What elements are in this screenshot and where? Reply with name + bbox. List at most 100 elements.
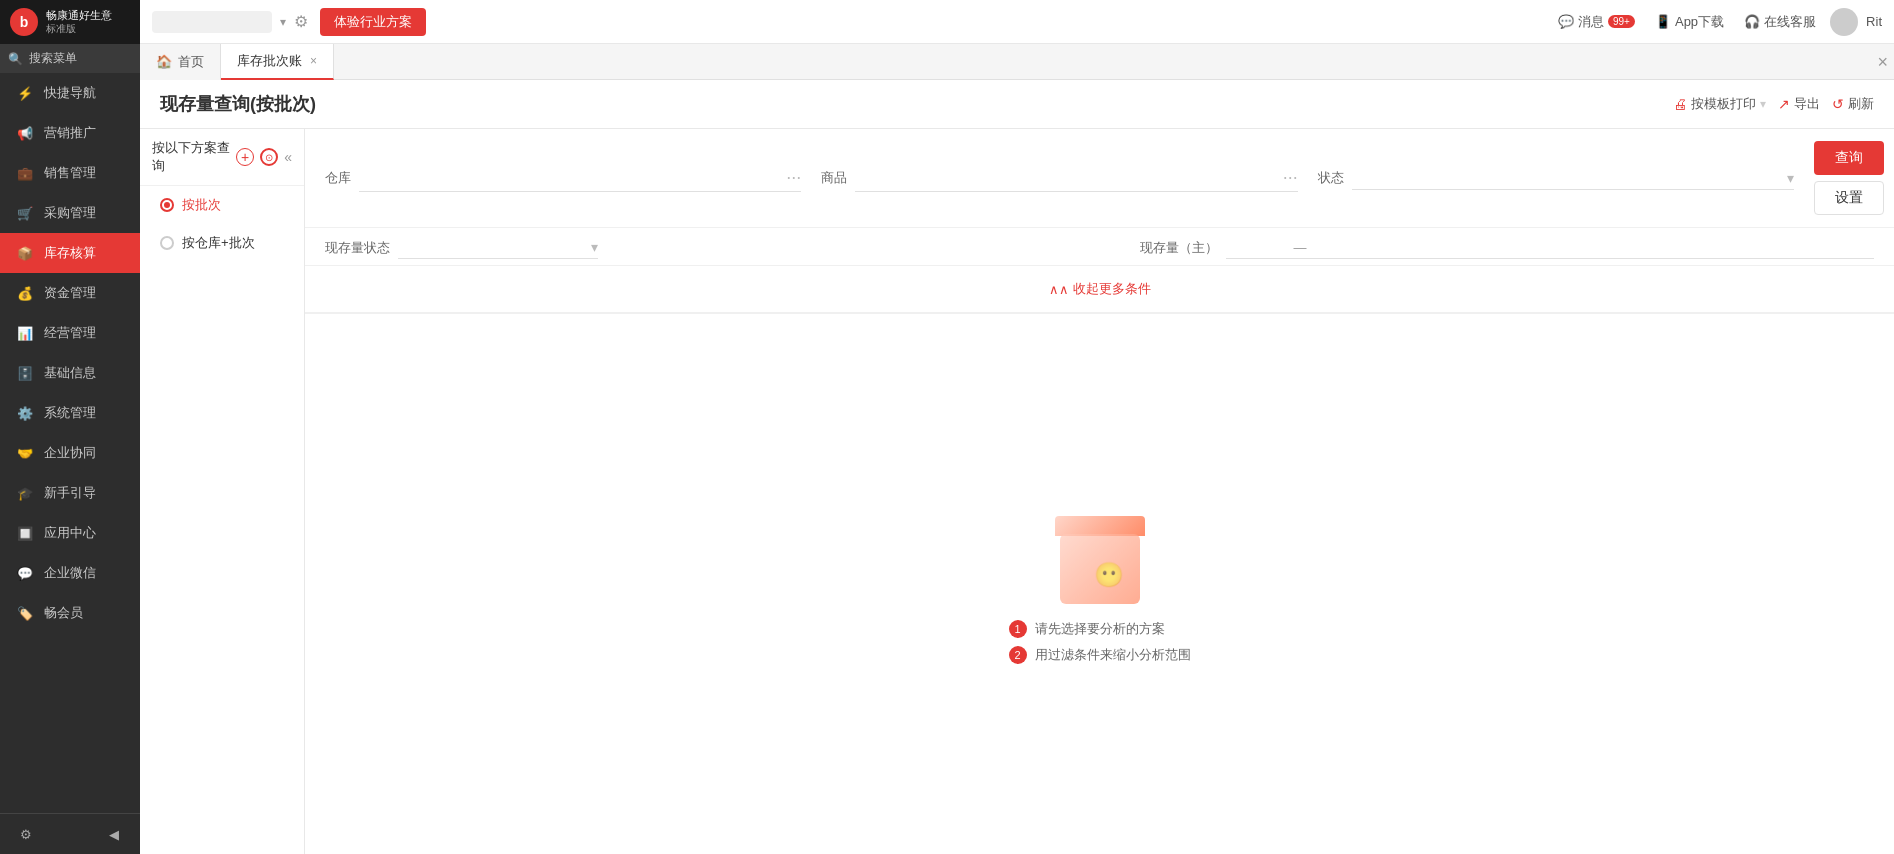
scheme-item-by-batch[interactable]: 按批次 [140,186,304,224]
hint1-text: 请先选择要分析的方案 [1035,620,1165,638]
sidebar-item-corp[interactable]: 🤝 企业协同 [0,433,140,473]
app-download-button[interactable]: 📱 App下载 [1649,9,1730,35]
sidebar-collapse-btn[interactable]: ◀ [104,824,124,844]
sidebar-settings-btn[interactable]: ⚙ [16,824,36,844]
scheme-panel: 按以下方案查询 + ⊙ « 按批次 按仓库+批次 [140,129,305,854]
page-title: 现存量查询(按批次) [160,92,316,116]
scheme-item-by-warehouse-batch[interactable]: 按仓库+批次 [140,224,304,262]
sidebar-item-sales[interactable]: 💼 销售管理 [0,153,140,193]
qty-to-input[interactable] [1315,240,1375,255]
export-btn[interactable]: ↗ 导出 [1778,95,1820,113]
empty-hint-1: 1 请先选择要分析的方案 [1009,620,1191,638]
apps-icon: 🔲 [16,524,34,542]
sidebar-item-label: 企业微信 [44,564,96,582]
product-label: 商品 [821,169,847,187]
scheme-title: 按以下方案查询 [152,139,236,175]
sidebar-item-quick-nav[interactable]: ⚡ 快捷导航 [0,73,140,113]
search-label: 搜索菜单 [29,50,77,67]
action-buttons: 查询 设置 [1814,129,1894,227]
warehouse-label: 仓库 [325,169,351,187]
sidebar-item-newuser[interactable]: 🎓 新手引导 [0,473,140,513]
sidebar-search[interactable]: 🔍 搜索菜单 [0,44,140,73]
scheme-radio-by-batch [160,198,174,212]
sidebar-item-basic[interactable]: 🗄️ 基础信息 [0,353,140,393]
sidebar-item-ops[interactable]: 📊 经营管理 [0,313,140,353]
scheme-collapse-btn[interactable]: « [284,149,292,165]
trial-button[interactable]: 体验行业方案 [320,8,426,36]
sidebar-item-inventory[interactable]: 📦 库存核算 [0,233,140,273]
filter-fields-row1: 仓库 ··· 商品 [305,129,1814,227]
sidebar-item-system[interactable]: ⚙️ 系统管理 [0,393,140,433]
avatar[interactable] [1830,8,1858,36]
filter-row-1-wrapper: 仓库 ··· 商品 [305,129,1894,227]
scheme-label-by-warehouse-batch: 按仓库+批次 [182,234,255,252]
print-arrow-icon: ▾ [1760,97,1766,111]
collapse-btn[interactable]: ∧∧ 收起更多条件 [1041,272,1159,306]
scheme-radio-by-warehouse-batch [160,236,174,250]
qty-label: 现存量（主） [1140,239,1218,257]
sidebar-item-label: 营销推广 [44,124,96,142]
status-field: 状态 ▾ [1318,167,1794,190]
tabbar: 🏠 首页 库存批次账 × × [140,44,1894,80]
qty-from-input[interactable] [1226,240,1286,255]
topbar-gear-icon[interactable]: ⚙ [294,12,308,31]
messages-label: 消息 [1578,13,1604,31]
warehouse-more-icon[interactable]: ··· [786,167,801,188]
corp-icon: 🤝 [16,444,34,462]
wechat-icon: 💬 [16,564,34,582]
sidebar-item-label: 企业协同 [44,444,96,462]
warehouse-field: 仓库 ··· [325,164,821,192]
add-scheme-btn[interactable]: + [236,148,254,166]
product-more-icon[interactable]: ··· [1283,167,1298,188]
username-label[interactable]: Rit [1866,14,1882,29]
sidebar-item-finance[interactable]: 💰 资金管理 [0,273,140,313]
tab-close-icon[interactable]: × [310,54,317,68]
qty-field: 现存量（主） — [1140,237,1875,259]
scheme-label-by-batch: 按批次 [182,196,221,214]
sidebar-item-wechat[interactable]: 💬 企业微信 [0,553,140,593]
tab-panel-close-icon[interactable]: × [1877,52,1888,73]
page-header: 现存量查询(按批次) 🖨 按模板打印 ▾ ↗ 导出 ↺ 刷新 [140,80,1894,129]
empty-box-top [1055,516,1145,536]
sidebar-item-marketing[interactable]: 📢 营销推广 [0,113,140,153]
product-field: 商品 ··· [821,164,1317,192]
collapse-label: 收起更多条件 [1073,280,1151,298]
messages-button[interactable]: 💬 消息 99+ [1552,9,1641,35]
inventory-status-field: 现存量状态 ▾ [325,236,1080,259]
tab-batch-account[interactable]: 库存批次账 × [221,44,334,80]
home-icon: 🏠 [156,54,172,69]
warehouse-input[interactable] [359,170,782,185]
sales-icon: 💼 [16,164,34,182]
online-support-button[interactable]: 🎧 在线客服 [1738,9,1822,35]
refresh-icon: ↺ [1832,96,1844,112]
breadcrumb-input[interactable] [152,11,272,33]
sidebar-item-apps[interactable]: 🔲 应用中心 [0,513,140,553]
tab-home-label: 首页 [178,53,204,71]
print-btn[interactable]: 🖨 按模板打印 ▾ [1673,95,1766,113]
empty-face: 😶 [1094,561,1124,589]
refresh-btn[interactable]: ↺ 刷新 [1832,95,1874,113]
sidebar-item-label: 经营管理 [44,324,96,342]
member-icon: 🏷️ [16,604,34,622]
main-area: ▾ ⚙ 体验行业方案 💬 消息 99+ 📱 App下载 🎧 在线客服 Rit 🏠… [140,0,1894,854]
scheme-settings-btn[interactable]: ⊙ [260,148,278,166]
settings-button[interactable]: 设置 [1814,181,1884,215]
query-button[interactable]: 查询 [1814,141,1884,175]
sidebar-item-label: 采购管理 [44,204,96,222]
tab-home[interactable]: 🏠 首页 [140,44,221,80]
empty-state: 😶 1 请先选择要分析的方案 2 用过滤条件来缩小分析范围 [305,314,1894,854]
sidebar: b 畅康通好生意 标准版 🔍 搜索菜单 ⚡ 快捷导航 📢 营销推广 💼 销售管理… [0,0,140,854]
marketing-icon: 📢 [16,124,34,142]
filter-area: 仓库 ··· 商品 [305,129,1894,314]
status-select[interactable]: ▾ [1352,167,1794,190]
empty-box: 😶 [1060,534,1140,604]
inventory-status-select[interactable]: ▾ [398,236,598,259]
export-label: 导出 [1794,95,1820,113]
sidebar-item-label: 系统管理 [44,404,96,422]
breadcrumb-chevron-icon[interactable]: ▾ [280,15,286,29]
sidebar-item-label: 新手引导 [44,484,96,502]
sidebar-item-purchase[interactable]: 🛒 采购管理 [0,193,140,233]
product-input[interactable] [855,170,1278,185]
sidebar-item-member[interactable]: 🏷️ 畅会员 [0,593,140,633]
product-input-wrapper: ··· [855,164,1297,192]
